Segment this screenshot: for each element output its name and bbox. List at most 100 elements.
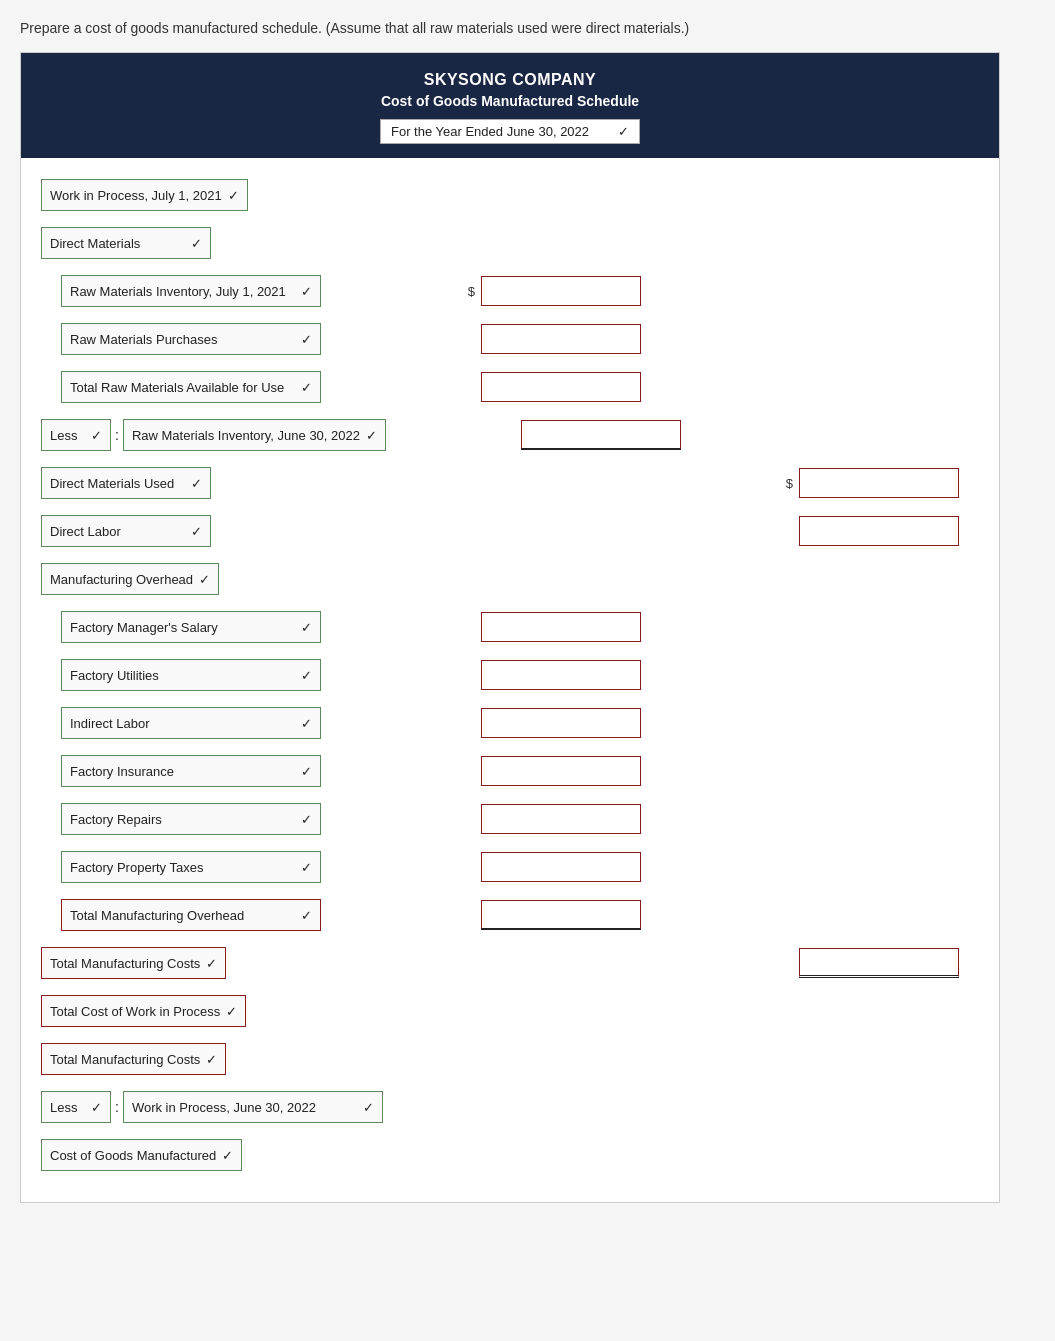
- chevron-wip-start-icon: ✓: [228, 188, 239, 203]
- row-less-wip: Less ✓ : Work in Process, June 30, 2022 …: [41, 1088, 979, 1126]
- dropdown-total-mfg-costs-2-label: Total Manufacturing Costs: [50, 1052, 200, 1067]
- input-indirect-labor[interactable]: [481, 708, 641, 738]
- input-total-mfg-costs[interactable]: [799, 948, 959, 978]
- chevron-mfg-overhead-icon: ✓: [199, 572, 210, 587]
- row-wip-start: Work in Process, July 1, 2021 ✓: [41, 176, 979, 214]
- input-factory-repairs[interactable]: [481, 804, 641, 834]
- dropdown-less-rm[interactable]: Less ✓: [41, 419, 111, 451]
- input-direct-materials-used[interactable]: [799, 468, 959, 498]
- dropdown-cost-goods-manufactured-label: Cost of Goods Manufactured: [50, 1148, 216, 1163]
- input-rm-purchases[interactable]: [481, 324, 641, 354]
- chevron-rm-inventory-start-icon: ✓: [301, 284, 312, 299]
- chevron-less-rm-icon: ✓: [91, 428, 102, 443]
- input-rm-inventory-start[interactable]: [481, 276, 641, 306]
- chevron-direct-materials-used-icon: ✓: [191, 476, 202, 491]
- chevron-direct-labor-icon: ✓: [191, 524, 202, 539]
- row-total-mfg-overhead: Total Manufacturing Overhead ✓: [41, 896, 979, 934]
- row-factory-manager-salary: Factory Manager's Salary ✓: [41, 608, 979, 646]
- row-total-mfg-costs-2: Total Manufacturing Costs ✓: [41, 1040, 979, 1078]
- chevron-total-mfg-costs-icon: ✓: [206, 956, 217, 971]
- mid-col-factory-property-taxes: [421, 852, 641, 882]
- dropdown-cost-goods-manufactured[interactable]: Cost of Goods Manufactured ✓: [41, 1139, 242, 1171]
- row-factory-utilities: Factory Utilities ✓: [41, 656, 979, 694]
- dropdown-wip-end[interactable]: Work in Process, June 30, 2022 ✓: [123, 1091, 383, 1123]
- dropdown-indirect-labor-label: Indirect Labor: [70, 716, 150, 731]
- schedule-container: SKYSONG COMPANY Cost of Goods Manufactur…: [20, 52, 1000, 1203]
- row-indirect-labor: Indirect Labor ✓: [41, 704, 979, 742]
- dropdown-factory-insurance-label: Factory Insurance: [70, 764, 174, 779]
- input-total-rm-available[interactable]: [481, 372, 641, 402]
- dropdown-factory-property-taxes[interactable]: Factory Property Taxes ✓: [61, 851, 321, 883]
- mid-col-rm-purchases: [421, 324, 641, 354]
- label-col-factory-property-taxes: Factory Property Taxes ✓: [41, 851, 421, 883]
- mid-col-less-rm: [461, 420, 681, 450]
- row-factory-repairs: Factory Repairs ✓: [41, 800, 979, 838]
- chevron-rm-purchases-icon: ✓: [301, 332, 312, 347]
- chevron-total-mfg-costs-2-icon: ✓: [206, 1052, 217, 1067]
- instruction-text: Prepare a cost of goods manufactured sch…: [20, 20, 1035, 36]
- dropdown-total-cost-wip-label: Total Cost of Work in Process: [50, 1004, 220, 1019]
- company-name: SKYSONG COMPANY: [41, 71, 979, 89]
- chevron-direct-materials-icon: ✓: [191, 236, 202, 251]
- label-col-less-rm: Less ✓ : Raw Materials Inventory, June 3…: [41, 419, 461, 451]
- mid-col-factory-insurance: [421, 756, 641, 786]
- row-total-rm-available: Total Raw Materials Available for Use ✓: [41, 368, 979, 406]
- chevron-factory-utilities-icon: ✓: [301, 668, 312, 683]
- dropdown-rm-inventory-start[interactable]: Raw Materials Inventory, July 1, 2021 ✓: [61, 275, 321, 307]
- dropdown-indirect-labor[interactable]: Indirect Labor ✓: [61, 707, 321, 739]
- dropdown-total-mfg-costs-2[interactable]: Total Manufacturing Costs ✓: [41, 1043, 226, 1075]
- dropdown-rm-inventory-end[interactable]: Raw Materials Inventory, June 30, 2022 ✓: [123, 419, 386, 451]
- dropdown-factory-insurance[interactable]: Factory Insurance ✓: [61, 755, 321, 787]
- dropdown-total-mfg-overhead[interactable]: Total Manufacturing Overhead ✓: [61, 899, 321, 931]
- dropdown-direct-labor[interactable]: Direct Labor ✓: [41, 515, 211, 547]
- dropdown-less-wip[interactable]: Less ✓: [41, 1091, 111, 1123]
- row-rm-inventory-start: Raw Materials Inventory, July 1, 2021 ✓ …: [41, 272, 979, 310]
- dropdown-direct-materials-used-label: Direct Materials Used: [50, 476, 174, 491]
- row-total-mfg-costs: Total Manufacturing Costs ✓: [41, 944, 979, 982]
- dropdown-wip-start[interactable]: Work in Process, July 1, 2021 ✓: [41, 179, 248, 211]
- dropdown-factory-manager-salary[interactable]: Factory Manager's Salary ✓: [61, 611, 321, 643]
- dropdown-total-rm-available[interactable]: Total Raw Materials Available for Use ✓: [61, 371, 321, 403]
- row-mfg-overhead: Manufacturing Overhead ✓: [41, 560, 979, 598]
- dropdown-direct-materials[interactable]: Direct Materials ✓: [41, 227, 211, 259]
- input-factory-manager-salary[interactable]: [481, 612, 641, 642]
- input-factory-utilities[interactable]: [481, 660, 641, 690]
- input-factory-property-taxes[interactable]: [481, 852, 641, 882]
- schedule-body: Work in Process, July 1, 2021 ✓ Direct M…: [21, 158, 999, 1202]
- label-col-direct-materials-used: Direct Materials Used ✓: [41, 467, 421, 499]
- dropdown-mfg-overhead[interactable]: Manufacturing Overhead ✓: [41, 563, 219, 595]
- label-col-factory-repairs: Factory Repairs ✓: [41, 803, 421, 835]
- dropdown-factory-utilities[interactable]: Factory Utilities ✓: [61, 659, 321, 691]
- dropdown-factory-property-taxes-label: Factory Property Taxes: [70, 860, 203, 875]
- mid-col-factory-manager-salary: [421, 612, 641, 642]
- row-rm-purchases: Raw Materials Purchases ✓: [41, 320, 979, 358]
- label-col-factory-insurance: Factory Insurance ✓: [41, 755, 421, 787]
- label-col-indirect-labor: Indirect Labor ✓: [41, 707, 421, 739]
- label-col-rm-purchases: Raw Materials Purchases ✓: [41, 323, 421, 355]
- dropdown-total-mfg-costs[interactable]: Total Manufacturing Costs ✓: [41, 947, 226, 979]
- right-col-total-mfg-costs: [641, 948, 979, 978]
- input-total-mfg-overhead[interactable]: [481, 900, 641, 930]
- chevron-factory-repairs-icon: ✓: [301, 812, 312, 827]
- label-col-total-mfg-costs-2: Total Manufacturing Costs ✓: [41, 1043, 421, 1075]
- dropdown-rm-inventory-start-label: Raw Materials Inventory, July 1, 2021: [70, 284, 286, 299]
- chevron-cost-goods-manufactured-icon: ✓: [222, 1148, 233, 1163]
- label-col-direct-materials: Direct Materials ✓: [41, 227, 421, 259]
- row-less-rm: Less ✓ : Raw Materials Inventory, June 3…: [41, 416, 979, 454]
- input-direct-labor[interactable]: [799, 516, 959, 546]
- chevron-indirect-labor-icon: ✓: [301, 716, 312, 731]
- date-dropdown[interactable]: For the Year Ended June 30, 2022 ✓: [380, 119, 640, 144]
- dropdown-rm-purchases[interactable]: Raw Materials Purchases ✓: [61, 323, 321, 355]
- dropdown-factory-repairs-label: Factory Repairs: [70, 812, 162, 827]
- input-less-rm[interactable]: [521, 420, 681, 450]
- label-col-total-mfg-costs: Total Manufacturing Costs ✓: [41, 947, 421, 979]
- row-cost-goods-manufactured: Cost of Goods Manufactured ✓: [41, 1136, 979, 1174]
- date-chevron-icon: ✓: [618, 124, 629, 139]
- label-col-less-wip: Less ✓ : Work in Process, June 30, 2022 …: [41, 1091, 461, 1123]
- dropdown-direct-labor-label: Direct Labor: [50, 524, 121, 539]
- dropdown-total-cost-wip[interactable]: Total Cost of Work in Process ✓: [41, 995, 246, 1027]
- dropdown-factory-repairs[interactable]: Factory Repairs ✓: [61, 803, 321, 835]
- date-label: For the Year Ended June 30, 2022: [391, 124, 589, 139]
- dropdown-direct-materials-used[interactable]: Direct Materials Used ✓: [41, 467, 211, 499]
- input-factory-insurance[interactable]: [481, 756, 641, 786]
